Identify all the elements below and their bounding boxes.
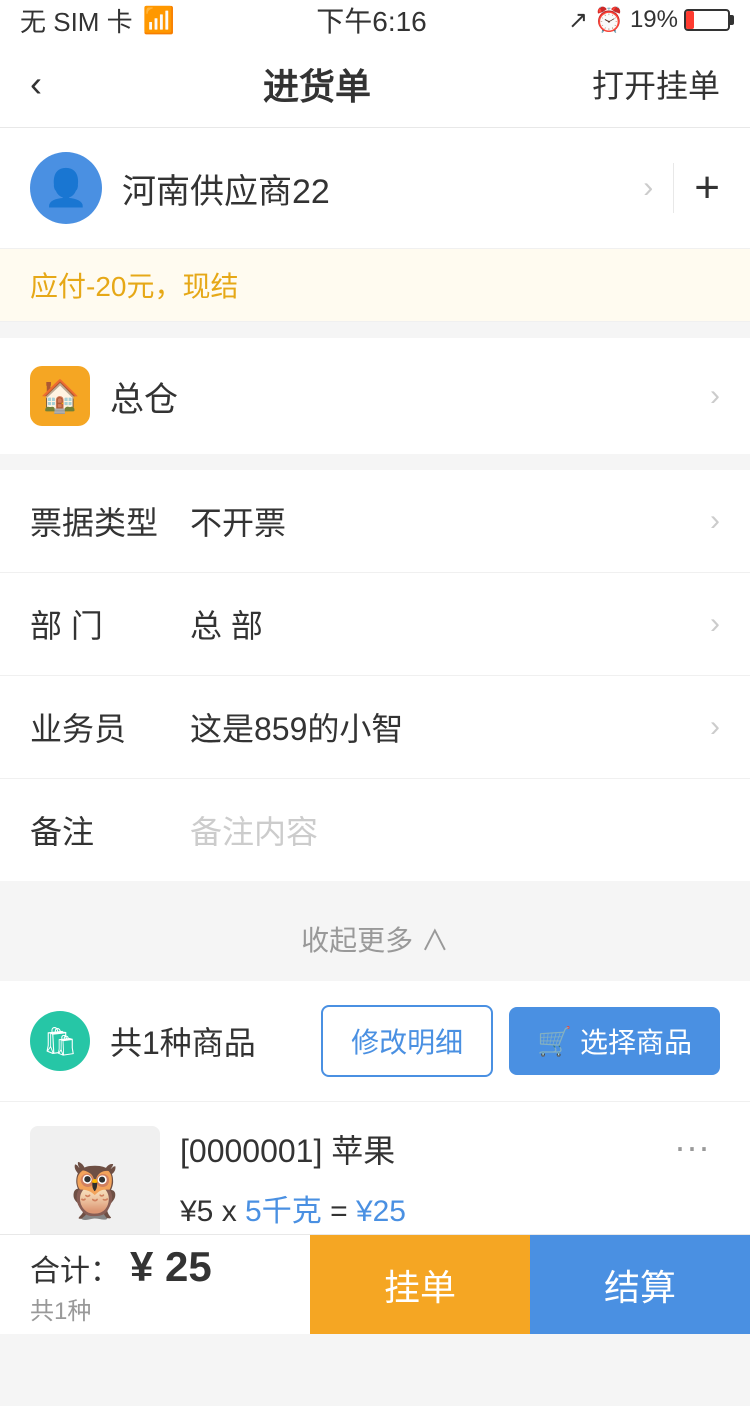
status-right: ↗ ⏰ 19% (568, 6, 730, 35)
form-section: 票据类型 不开票 › 部 门 总 部 › 业务员 这是859的小智 › 备注 备… (0, 470, 750, 881)
warehouse-section: 🏠 总仓 › (0, 338, 750, 454)
department-label: 部 门 (30, 601, 170, 647)
add-supplier-button[interactable]: + (694, 163, 720, 213)
remark-label: 备注 (30, 807, 170, 853)
warehouse-row[interactable]: 🏠 总仓 › (0, 338, 750, 454)
collapse-bar[interactable]: 收起更多 ∧ (0, 897, 750, 981)
product-code: [0000001] 苹果 (180, 1133, 395, 1169)
product-more-button[interactable]: ··· (664, 1126, 720, 1168)
warehouse-chevron-icon: › (710, 379, 720, 413)
department-value: 总 部 (170, 601, 700, 647)
open-pending-button[interactable]: 打开挂单 (592, 61, 720, 107)
total-amount: ¥ 25 (130, 1243, 212, 1291)
department-row[interactable]: 部 门 总 部 › (0, 573, 750, 676)
cart-icon: 🛒 (537, 1025, 572, 1058)
select-product-button[interactable]: 🛒 选择商品 (509, 1007, 720, 1075)
status-bar: 无 SIM 卡 📶 下午6:16 ↗ ⏰ 19% (0, 0, 750, 40)
payment-notice: 应付-20元，现结 (0, 249, 750, 322)
warehouse-name: 总仓 (110, 372, 700, 421)
supplier-row[interactable]: 👤 河南供应商22 › + (0, 128, 750, 249)
products-icon: 🛍 (30, 1011, 90, 1071)
supplier-name: 河南供应商22 (122, 164, 633, 213)
status-time: 下午6:16 (316, 0, 427, 40)
remark-row[interactable]: 备注 备注内容 (0, 779, 750, 881)
unit-price: ¥5 x (180, 1195, 245, 1228)
avatar-icon: 👤 (44, 167, 89, 209)
product-info: [0000001] 苹果 ¥5 x 5千克 = ¥25 (180, 1126, 664, 1230)
salesperson-value: 这是859的小智 (170, 704, 700, 750)
product-thumb-icon: 🦉 (61, 1160, 128, 1223)
salesperson-chevron-icon: › (710, 710, 720, 744)
nav-bar: ‹ 进货单 打开挂单 (0, 40, 750, 128)
total-label: 合计： (30, 1246, 120, 1290)
product-qty: 5千克 (245, 1195, 322, 1228)
invoice-type-label: 票据类型 (30, 498, 170, 544)
products-count: 共1种商品 (110, 1018, 321, 1064)
alarm-icon: ⏰ (594, 6, 624, 35)
invoice-type-chevron-icon: › (710, 504, 720, 538)
back-button[interactable]: ‹ (30, 63, 42, 105)
select-product-label: 选择商品 (580, 1021, 692, 1061)
battery-icon (684, 9, 730, 31)
wifi-icon: 📶 (143, 5, 175, 36)
supplier-section: 👤 河南供应商22 › + 应付-20元，现结 (0, 128, 750, 322)
product-name: [0000001] 苹果 (180, 1126, 664, 1172)
salesperson-row[interactable]: 业务员 这是859的小智 › (0, 676, 750, 779)
supplier-chevron-icon: › (643, 171, 653, 205)
salesperson-label: 业务员 (30, 704, 170, 750)
product-price: ¥5 x 5千克 = ¥25 (180, 1186, 664, 1230)
products-header: 🛍 共1种商品 修改明细 🛒 选择商品 (0, 981, 750, 1102)
product-total: ¥25 (356, 1195, 406, 1228)
edit-detail-button[interactable]: 修改明细 (321, 1005, 493, 1077)
carrier-label: 无 SIM 卡 (20, 2, 133, 39)
status-left: 无 SIM 卡 📶 (20, 2, 175, 39)
location-icon: ↗ (568, 6, 588, 35)
hang-order-button[interactable]: 挂单 (310, 1235, 530, 1334)
department-chevron-icon: › (710, 607, 720, 641)
invoice-type-value: 不开票 (170, 498, 700, 544)
footer: 合计： ¥ 25 共1种 挂单 结算 (0, 1234, 750, 1334)
invoice-type-row[interactable]: 票据类型 不开票 › (0, 470, 750, 573)
total-count: 共1种 (30, 1291, 280, 1326)
settle-button[interactable]: 结算 (530, 1235, 750, 1334)
footer-total: 合计： ¥ 25 共1种 (0, 1235, 310, 1334)
supplier-avatar: 👤 (30, 152, 102, 224)
battery-label: 19% (630, 6, 678, 34)
vertical-divider (673, 163, 674, 213)
remark-value: 备注内容 (170, 807, 720, 853)
warehouse-icon: 🏠 (30, 366, 90, 426)
equals-sign: = (330, 1195, 356, 1228)
page-title: 进货单 (263, 58, 371, 110)
